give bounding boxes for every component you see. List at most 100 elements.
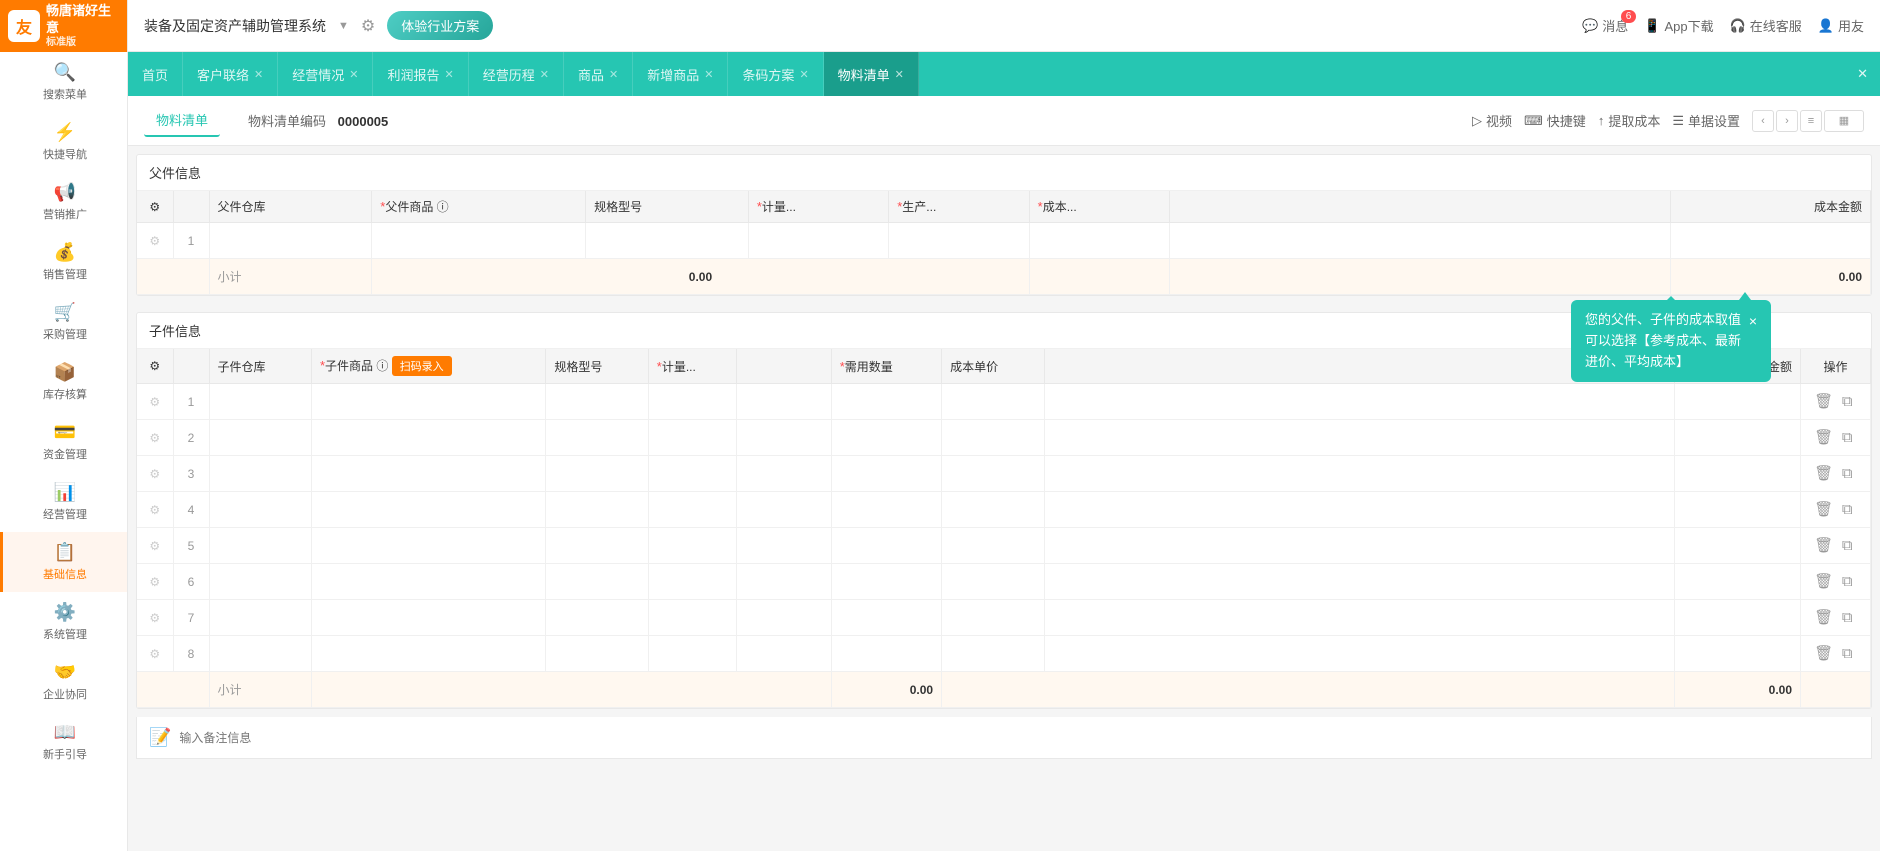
system-title-arrow[interactable]: ▼ [338, 20, 349, 32]
sidebar-item-quick-nav[interactable]: ⚡ 快捷导航 [0, 112, 127, 172]
td-child-warehouse[interactable] [209, 384, 311, 420]
online-service-btn[interactable]: 🎧 在线客服 [1730, 16, 1802, 35]
td-child-unit-cost[interactable] [942, 564, 1044, 600]
delete-btn[interactable]: 🗑 [1814, 535, 1834, 555]
sidebar-item-finance[interactable]: 💳 资金管理 [0, 412, 127, 472]
close-icon[interactable]: ✕ [540, 68, 549, 81]
td-child-warehouse[interactable] [209, 528, 311, 564]
td-child-unit-cost[interactable] [942, 600, 1044, 636]
prev-arrow[interactable]: ‹ [1752, 110, 1774, 132]
td-child-goods[interactable] [311, 492, 545, 528]
td-child-spec[interactable] [546, 564, 648, 600]
sidebar-item-ops[interactable]: 📊 经营管理 [0, 472, 127, 532]
copy-btn[interactable]: ⧉ [1837, 392, 1857, 412]
delete-btn[interactable]: 🗑 [1814, 463, 1834, 483]
delete-btn[interactable]: 🗑 [1814, 427, 1834, 447]
tab-profit[interactable]: 利润报告 ✕ [373, 52, 468, 96]
close-icon[interactable]: ✕ [609, 68, 618, 81]
td-child-goods[interactable] [311, 636, 545, 672]
tab-business[interactable]: 经营情况 ✕ [278, 52, 373, 96]
next-arrow[interactable]: › [1776, 110, 1798, 132]
tab-home[interactable]: 首页 [128, 52, 183, 96]
settings-gear-icon[interactable]: ⚙ [361, 16, 375, 36]
td-child-unit[interactable] [648, 600, 736, 636]
delete-btn[interactable]: 🗑 [1814, 499, 1834, 519]
sidebar-item-guide[interactable]: 📖 新手引导 [0, 712, 127, 772]
copy-btn[interactable]: ⧉ [1837, 608, 1857, 628]
extract-cost-btn[interactable]: ↑ 提取成本 [1598, 111, 1661, 130]
sidebar-item-collab[interactable]: 🤝 企业协同 [0, 652, 127, 712]
app-download-btn[interactable]: 📱 App下载 [1644, 16, 1713, 35]
note-input[interactable] [179, 731, 1859, 745]
td-child-spec[interactable] [546, 456, 648, 492]
single-setting-btn[interactable]: ☰ 单据设置 [1672, 111, 1740, 130]
tab-bom[interactable]: 物料清单 ✕ [824, 52, 919, 96]
td-child-spec[interactable] [546, 528, 648, 564]
td-child-spec[interactable] [546, 420, 648, 456]
td-child-qty[interactable] [831, 636, 941, 672]
close-icon[interactable]: ✕ [445, 68, 454, 81]
td-child-goods[interactable] [311, 384, 545, 420]
td-child-unit-cost[interactable] [942, 636, 1044, 672]
copy-btn[interactable]: ⧉ [1837, 500, 1857, 520]
delete-btn[interactable]: 🗑 [1814, 391, 1834, 411]
td-child-unit-cost[interactable] [942, 456, 1044, 492]
sidebar-item-search[interactable]: 🔍 搜索菜单 [0, 52, 127, 112]
sidebar-item-purchase[interactable]: 🛒 采购管理 [0, 292, 127, 352]
td-child-warehouse[interactable] [209, 600, 311, 636]
copy-btn[interactable]: ⧉ [1837, 536, 1857, 556]
td-child-unit-cost[interactable] [942, 420, 1044, 456]
sidebar-item-marketing[interactable]: 📢 营销推广 [0, 172, 127, 232]
td-child-spec[interactable] [546, 384, 648, 420]
delete-btn[interactable]: 🗑 [1814, 607, 1834, 627]
td-child-qty[interactable] [831, 456, 941, 492]
view-btn[interactable]: ▷ 视频 [1472, 111, 1512, 130]
td-child-unit[interactable] [648, 456, 736, 492]
td-parent-warehouse[interactable] [209, 223, 372, 259]
td-child-unit[interactable] [648, 636, 736, 672]
td-child-unit[interactable] [648, 492, 736, 528]
copy-btn[interactable]: ⧉ [1837, 464, 1857, 484]
page-tab-bom[interactable]: 物料清单 [144, 104, 220, 137]
td-child-warehouse[interactable] [209, 636, 311, 672]
td-child-spec[interactable] [546, 492, 648, 528]
tooltip-close-btn[interactable]: × [1749, 310, 1757, 332]
sidebar-item-inventory[interactable]: 📦 库存核算 [0, 352, 127, 412]
td-child-unit[interactable] [648, 528, 736, 564]
td-child-qty[interactable] [831, 564, 941, 600]
tab-new-goods[interactable]: 新增商品 ✕ [633, 52, 728, 96]
shortcut-btn[interactable]: ⌨ 快捷键 [1524, 111, 1586, 130]
td-parent-goods[interactable] [372, 223, 586, 259]
grid-icon[interactable]: ▦ [1824, 110, 1864, 132]
td-cost[interactable] [1029, 223, 1169, 259]
tab-history[interactable]: 经营历程 ✕ [469, 52, 564, 96]
td-child-unit-cost[interactable] [942, 384, 1044, 420]
tab-customer[interactable]: 客户联络 ✕ [183, 52, 278, 96]
td-child-warehouse[interactable] [209, 564, 311, 600]
td-child-unit-cost[interactable] [942, 492, 1044, 528]
message-btn[interactable]: 💬 消息 6 [1582, 16, 1628, 35]
td-child-unit[interactable] [648, 564, 736, 600]
copy-btn[interactable]: ⧉ [1837, 428, 1857, 448]
sidebar-item-system[interactable]: ⚙️ 系统管理 [0, 592, 127, 652]
tab-barcode[interactable]: 条码方案 ✕ [728, 52, 823, 96]
td-child-qty[interactable] [831, 420, 941, 456]
td-child-qty[interactable] [831, 528, 941, 564]
delete-btn[interactable]: 🗑 [1814, 571, 1834, 591]
td-child-warehouse[interactable] [209, 492, 311, 528]
close-icon[interactable]: ✕ [895, 68, 904, 81]
td-child-goods[interactable] [311, 528, 545, 564]
menu-arrow[interactable]: ≡ [1800, 110, 1822, 132]
td-spec[interactable] [586, 223, 749, 259]
td-child-goods[interactable] [311, 420, 545, 456]
user-menu[interactable]: 👤 用友 [1818, 16, 1864, 35]
td-child-unit-cost[interactable] [942, 528, 1044, 564]
td-child-spec[interactable] [546, 600, 648, 636]
td-child-spec[interactable] [546, 636, 648, 672]
td-child-qty[interactable] [831, 600, 941, 636]
sidebar-item-sales[interactable]: 💰 销售管理 [0, 232, 127, 292]
close-icon[interactable]: ✕ [254, 68, 263, 81]
td-produce[interactable] [889, 223, 1029, 259]
td-child-goods[interactable] [311, 600, 545, 636]
delete-btn[interactable]: 🗑 [1814, 643, 1834, 663]
